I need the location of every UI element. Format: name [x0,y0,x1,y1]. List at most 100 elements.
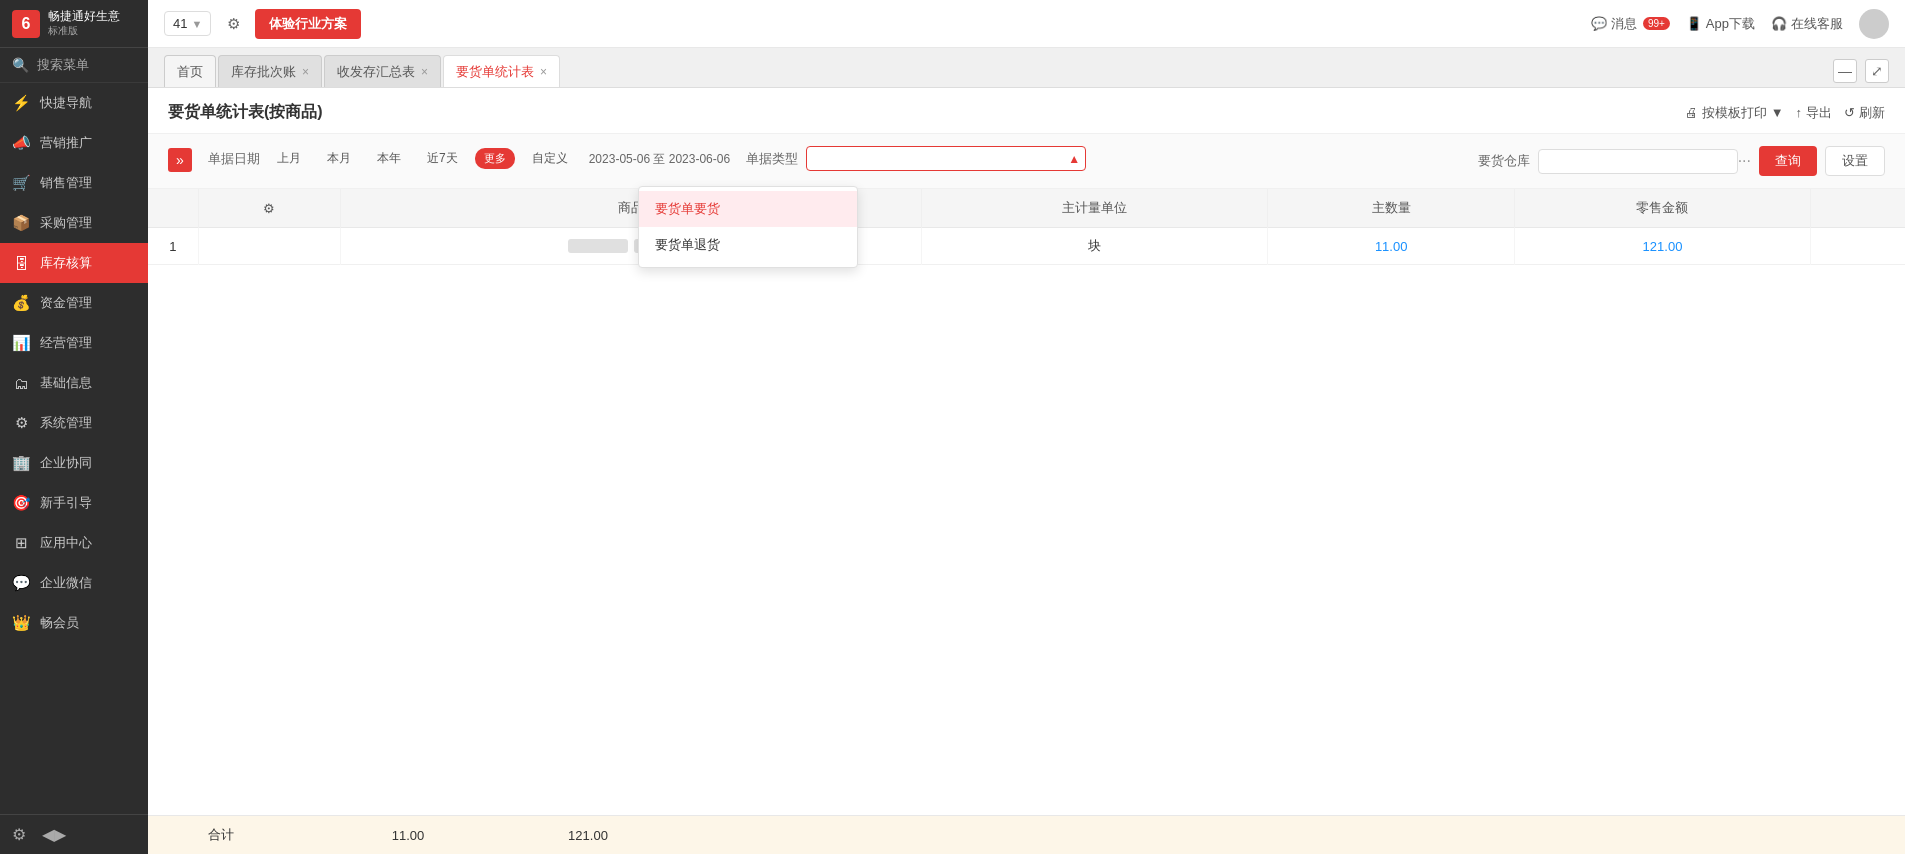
sidebar: 6 畅捷通好生意 标准版 🔍 搜索菜单 ⚡ 快捷导航 📣 营销推广 🛒 销售管理… [0,0,148,854]
filter-area: » 单据日期 上月 本月 本年 近7天 更多 自定义 2023-05-06 至 … [148,134,1905,189]
date-range-display: 2023-05-06 至 2023-06-06 [589,151,730,168]
type-dropdown-popup: 要货单要货 要货单退货 [638,186,858,268]
messages-btn[interactable]: 💬 消息 99+ [1591,15,1670,33]
sidebar-item-sales[interactable]: 🛒 销售管理 [0,163,148,203]
sidebar-item-label: 新手引导 [40,494,92,512]
trial-button[interactable]: 体验行业方案 [255,9,361,39]
sidebar-item-operations[interactable]: 📊 经营管理 [0,323,148,363]
sidebar-item-label: 企业协同 [40,454,92,472]
col-extra [1811,189,1905,228]
sidebar-item-marketing[interactable]: 📣 营销推广 [0,123,148,163]
tab-summary-close[interactable]: × [421,66,428,78]
date-last-month-btn[interactable]: 上月 [268,146,310,171]
sidebar-item-label: 畅会员 [40,614,79,632]
store-id: 41 [173,16,187,31]
online-service-btn[interactable]: 🎧 在线客服 [1771,15,1843,33]
sidebar-item-enterprise[interactable]: 🏢 企业协同 [0,443,148,483]
sidebar-item-purchase[interactable]: 📦 采购管理 [0,203,148,243]
sidebar-search[interactable]: 🔍 搜索菜单 [0,48,148,83]
footer-qty: 11.00 [348,828,468,843]
collapse-icon[interactable]: ◀▶ [42,825,66,844]
date-this-year-btn[interactable]: 本年 [368,146,410,171]
store-arrow-icon: ▼ [191,18,202,30]
refresh-icon: ↺ [1844,105,1855,120]
main-content: 41 ▼ ⚙ 体验行业方案 💬 消息 99+ 📱 App下载 🎧 在线客服 [148,0,1905,854]
tabbar-actions: — ⤢ [1833,59,1889,83]
sidebar-item-basic[interactable]: 🗂 基础信息 [0,363,148,403]
dropdown-item-order[interactable]: 要货单要货 [639,191,857,227]
download-icon: 📱 [1686,16,1702,31]
topbar-settings-btn[interactable]: ⚙ [219,10,247,38]
tab-order-stat[interactable]: 要货单统计表 × [443,55,560,87]
refresh-btn[interactable]: ↺ 刷新 [1844,104,1885,122]
logo-icon: 6 [12,10,40,38]
app-logo: 6 畅捷通好生意 标准版 [0,0,148,48]
online-service-label: 在线客服 [1791,15,1843,33]
page-title: 要货单统计表(按商品) [168,102,323,123]
sidebar-item-apps[interactable]: ⊞ 应用中心 [0,523,148,563]
system-icon: ⚙ [12,414,30,432]
user-avatar[interactable] [1859,9,1889,39]
store-selector[interactable]: 41 ▼ [164,11,211,36]
sidebar-item-inventory[interactable]: 🗄 库存核算 [0,243,148,283]
filter-warehouse-group: 要货仓库 ··· 查询 设置 [1478,146,1885,176]
app-sub: 标准版 [48,24,120,38]
tab-batch-account[interactable]: 库存批次账 × [218,55,322,87]
col-settings[interactable]: ⚙ [198,189,340,228]
export-btn[interactable]: ↑ 导出 [1796,104,1833,122]
sidebar-item-finance[interactable]: 💰 资金管理 [0,283,148,323]
date-this-month-btn[interactable]: 本月 [318,146,360,171]
tab-home[interactable]: 首页 [164,55,216,87]
settings-bottom-icon[interactable]: ⚙ [12,825,26,844]
date-custom-btn[interactable]: 自定义 [523,146,577,171]
tab-summary[interactable]: 收发存汇总表 × [324,55,441,87]
print-btn[interactable]: 🖨 按模板打印 ▼ [1685,104,1784,122]
tab-minimize-btn[interactable]: — [1833,59,1857,83]
amount-link[interactable]: 121.00 [1643,239,1683,254]
tab-order-stat-close[interactable]: × [540,66,547,78]
table-footer: 合计 11.00 121.00 [148,815,1905,854]
table-row: 1 块 11.00 121.00 [148,228,1905,265]
dropdown-item-return-label: 要货单退货 [655,237,720,252]
sidebar-footer: ⚙ ◀▶ [0,814,148,854]
sidebar-item-member[interactable]: 👑 畅会员 [0,603,148,643]
apps-icon: ⊞ [12,534,30,552]
query-button[interactable]: 查询 [1759,146,1817,176]
sidebar-item-system[interactable]: ⚙ 系统管理 [0,403,148,443]
print-label: 按模板打印 [1702,104,1767,122]
service-icon: 🎧 [1771,16,1787,31]
filter-expand-btn[interactable]: » [168,148,192,172]
date-more-btn[interactable]: 更多 [475,148,515,169]
search-label: 搜索菜单 [37,56,89,74]
basic-icon: 🗂 [12,375,30,392]
sidebar-item-quick-nav[interactable]: ⚡ 快捷导航 [0,83,148,123]
qty-link[interactable]: 11.00 [1375,239,1408,254]
cell-extra [1811,228,1905,265]
print-arrow-icon: ▼ [1771,105,1784,120]
col-index [148,189,198,228]
app-download-btn[interactable]: 📱 App下载 [1686,15,1755,33]
sidebar-item-guide[interactable]: 🎯 新手引导 [0,483,148,523]
tab-expand-btn[interactable]: ⤢ [1865,59,1889,83]
dropdown-item-return[interactable]: 要货单退货 [639,227,857,263]
sidebar-item-label: 库存核算 [40,254,92,272]
warehouse-more-btn[interactable]: ··· [1738,153,1751,169]
sidebar-item-wechat[interactable]: 💬 企业微信 [0,563,148,603]
sidebar-item-label: 企业微信 [40,574,92,592]
export-icon: ↑ [1796,105,1803,120]
refresh-label: 刷新 [1859,104,1885,122]
type-dropdown-arrow[interactable]: ▲ [1068,152,1080,166]
sidebar-item-label: 基础信息 [40,374,92,392]
type-filter-label: 单据类型 [746,150,798,168]
set-button[interactable]: 设置 [1825,146,1885,176]
table-settings-icon[interactable]: ⚙ [263,201,275,216]
page-actions: 🖨 按模板打印 ▼ ↑ 导出 ↺ 刷新 [1685,104,1885,122]
cell-amount: 121.00 [1514,228,1810,265]
topbar-right: 💬 消息 99+ 📱 App下载 🎧 在线客服 [1591,9,1889,39]
sales-icon: 🛒 [12,174,30,192]
warehouse-filter-input[interactable] [1538,149,1738,174]
type-filter-input[interactable] [806,146,1086,171]
tab-batch-account-close[interactable]: × [302,66,309,78]
topbar-left: 41 ▼ ⚙ 体验行业方案 [164,9,1579,39]
date-7days-btn[interactable]: 近7天 [418,146,467,171]
